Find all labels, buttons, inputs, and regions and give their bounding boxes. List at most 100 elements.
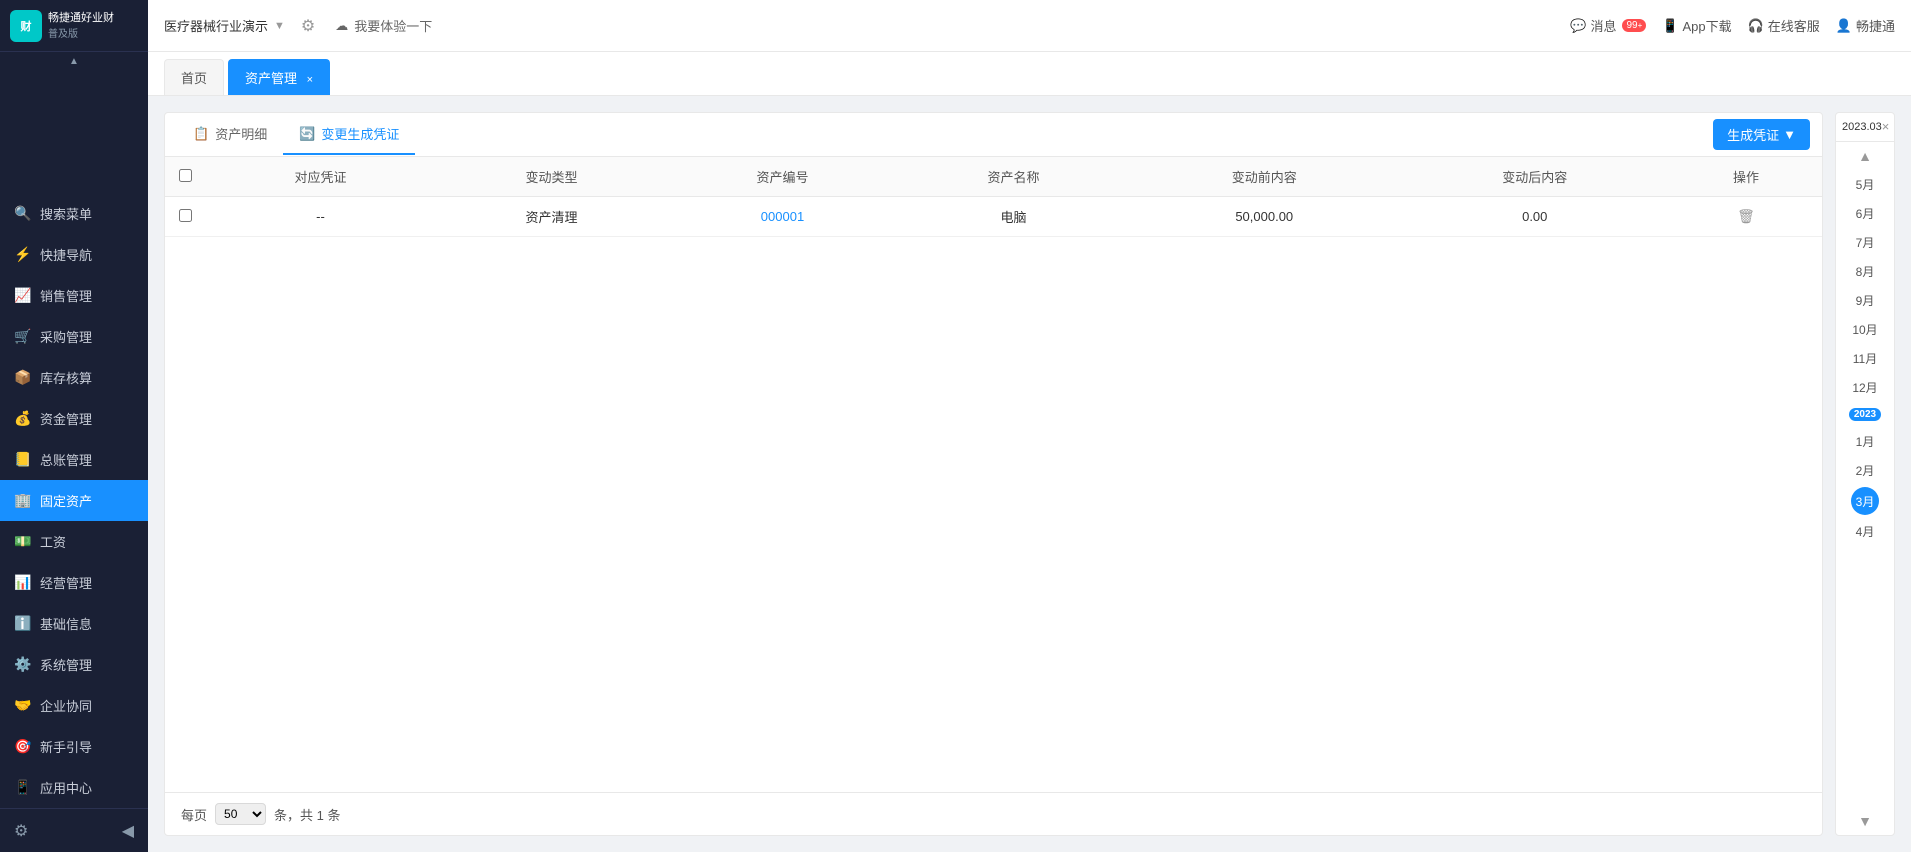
- collapse-icon[interactable]: ◀: [122, 821, 134, 841]
- timeline-title: 2023.03: [1842, 121, 1882, 133]
- col-voucher: 对应凭证: [205, 157, 436, 197]
- sidebar-item-inventory[interactable]: 📦库存核算: [0, 357, 148, 398]
- quicknav-icon: ⚡: [14, 246, 32, 263]
- timeline-month-7月[interactable]: 7月: [1836, 228, 1894, 257]
- service-label: 在线客服: [1768, 16, 1820, 35]
- sidebar-item-basicinfo[interactable]: ℹ️基础信息: [0, 603, 148, 644]
- cell-voucher: --: [205, 197, 436, 237]
- sidebar-scroll-up[interactable]: ▲: [0, 52, 148, 71]
- tab-close-icon[interactable]: ×: [307, 74, 313, 86]
- timeline-close-icon[interactable]: ×: [1882, 119, 1890, 135]
- timeline-month-8月[interactable]: 8月: [1836, 257, 1894, 286]
- dropdown-arrow-icon: ▼: [1783, 127, 1796, 142]
- per-page-label: 每页: [181, 805, 207, 824]
- sidebar-item-purchase[interactable]: 🛒采购管理: [0, 316, 148, 357]
- sidebar-item-sysmanage[interactable]: ⚙️系统管理: [0, 644, 148, 685]
- timeline-up-btn[interactable]: ▲: [1836, 142, 1894, 170]
- sidebar-label-appcenter: 应用中心: [40, 778, 92, 797]
- sidebar-item-payroll[interactable]: 💵工资: [0, 521, 148, 562]
- appcenter-icon: 📱: [14, 779, 32, 796]
- header-checkbox-cell: [165, 157, 205, 197]
- sidebar-label-funds: 资金管理: [40, 409, 92, 428]
- timeline-month-11月[interactable]: 11月: [1836, 344, 1894, 373]
- sidebar-item-quicknav[interactable]: ⚡快捷导航: [0, 234, 148, 275]
- cloud-icon: ☁: [335, 18, 348, 34]
- generate-voucher-label: 生成凭证: [1727, 125, 1779, 144]
- timeline-header: 2023.03 × ⤢: [1836, 113, 1894, 142]
- cell-action: 🗑: [1670, 197, 1822, 237]
- topbar: 医疗器械行业演示 ▼ ⚙ ☁ 我要体验一下 💬 消息 99 📱 App下载 🎧 …: [148, 0, 1911, 52]
- settings-icon[interactable]: ⚙: [14, 821, 28, 841]
- cell-after: 0.00: [1400, 197, 1671, 237]
- timeline-month-12月[interactable]: 12月: [1836, 373, 1894, 402]
- table-header-row: 对应凭证 变动类型 资产编号 资产名称 变动前内容 变动后内容 操作: [165, 157, 1822, 197]
- purchase-icon: 🛒: [14, 328, 32, 345]
- row-checkbox-cell: [165, 197, 205, 237]
- timeline-month-1月[interactable]: 1月: [1836, 427, 1894, 456]
- app-icon: 📱: [1662, 18, 1678, 34]
- total-text: 条，共 1 条: [274, 805, 340, 824]
- sub-tab-change-voucher[interactable]: 🔄 变更生成凭证: [283, 114, 415, 155]
- user-icon: 👤: [1836, 18, 1852, 34]
- funds-icon: 💰: [14, 410, 32, 427]
- sidebar-label-ledger: 总账管理: [40, 450, 92, 469]
- sub-tab-asset-detail[interactable]: 📋 资产明细: [177, 114, 283, 155]
- timeline-down-btn[interactable]: ▼: [1836, 807, 1894, 835]
- logo-name: 畅捷通好业财: [48, 11, 114, 25]
- timeline-month-6月[interactable]: 6月: [1836, 199, 1894, 228]
- tab-asset-manage[interactable]: 资产管理 ×: [228, 59, 330, 95]
- enterprise-icon: 🤝: [14, 697, 32, 714]
- topbar-right: 💬 消息 99 📱 App下载 🎧 在线客服 👤 畅捷通: [1570, 16, 1895, 35]
- sidebar-item-enterprise[interactable]: 🤝企业协同: [0, 685, 148, 726]
- sidebar-item-operations[interactable]: 📊经营管理: [0, 562, 148, 603]
- sidebar-item-appcenter[interactable]: 📱 应用中心: [0, 767, 148, 808]
- sidebar-item-guide[interactable]: 🎯新手引导: [0, 726, 148, 767]
- table-row: -- 资产清理 000001 电脑 50,000.00 0.00 🗑: [165, 197, 1822, 237]
- company-selector[interactable]: 医疗器械行业演示 ▼: [164, 16, 285, 35]
- timeline-expand-icon[interactable]: ⤢: [1893, 119, 1895, 135]
- list-icon: 📋: [193, 126, 209, 142]
- main-panel: 📋 资产明细 🔄 变更生成凭证 生成凭证 ▼: [164, 112, 1823, 836]
- logo-icon: 财: [10, 10, 42, 42]
- service-btn[interactable]: 🎧 在线客服: [1748, 16, 1820, 35]
- topbar-settings-icon[interactable]: ⚙: [301, 16, 315, 36]
- cell-asset-name: 电脑: [898, 197, 1129, 237]
- col-after: 变动后内容: [1400, 157, 1671, 197]
- pagination: 每页 50 10 20 100 条，共 1 条: [165, 792, 1822, 835]
- experience-btn[interactable]: ☁ 我要体验一下: [335, 16, 432, 35]
- timeline-month-5月[interactable]: 5月: [1836, 170, 1894, 199]
- sidebar-items-container: 🔍搜索菜单⚡快捷导航📈销售管理🛒采购管理📦库存核算 💰 资金管理 📒总账管理🏢固定资产…: [0, 193, 148, 808]
- timeline-panel: 2023.03 × ⤢ ▲ 5月6月7月8月9月10月11月12月20231月2…: [1835, 112, 1895, 836]
- timeline-year-2023: 2023: [1836, 402, 1894, 427]
- sidebar-item-sales[interactable]: 📈销售管理: [0, 275, 148, 316]
- logo-text-group: 畅捷通好业财 普及版: [48, 11, 114, 40]
- tab-home[interactable]: 首页: [164, 59, 224, 95]
- timeline-month-2月[interactable]: 2月: [1836, 456, 1894, 485]
- cell-asset-code[interactable]: 000001: [667, 197, 898, 237]
- select-all-checkbox[interactable]: [179, 169, 192, 182]
- sidebar-label-fixedassets: 固定资产: [40, 491, 92, 510]
- sidebar-label-payroll: 工资: [40, 532, 66, 551]
- user-btn[interactable]: 👤 畅捷通: [1836, 16, 1895, 35]
- sidebar-label-sales: 销售管理: [40, 286, 92, 305]
- timeline-month-4月[interactable]: 4月: [1836, 517, 1894, 546]
- row-checkbox[interactable]: [179, 209, 192, 222]
- per-page-select[interactable]: 50 10 20 100: [215, 803, 266, 825]
- basicinfo-icon: ℹ️: [14, 615, 32, 632]
- sidebar-item-search[interactable]: 🔍搜索菜单: [0, 193, 148, 234]
- sidebar-item-ledger[interactable]: 📒总账管理: [0, 439, 148, 480]
- timeline-month-3月[interactable]: 3月: [1851, 487, 1879, 515]
- message-badge: 99: [1622, 19, 1646, 32]
- generate-voucher-btn[interactable]: 生成凭证 ▼: [1713, 119, 1810, 150]
- sidebar-item-funds[interactable]: 💰 资金管理: [0, 398, 148, 439]
- timeline-month-9月[interactable]: 9月: [1836, 286, 1894, 315]
- app-download-btn[interactable]: 📱 App下载: [1662, 16, 1731, 35]
- timeline-month-10月[interactable]: 10月: [1836, 315, 1894, 344]
- nav-tabs: 首页 资产管理 ×: [148, 52, 1911, 96]
- message-btn[interactable]: 💬 消息 99: [1570, 16, 1646, 35]
- message-icon: 💬: [1570, 18, 1586, 34]
- sidebar-item-fixedassets[interactable]: 🏢固定资产: [0, 480, 148, 521]
- sub-tab-asset-detail-label: 资产明细: [215, 124, 267, 143]
- col-action: 操作: [1670, 157, 1822, 197]
- delete-icon[interactable]: 🗑: [1737, 208, 1755, 224]
